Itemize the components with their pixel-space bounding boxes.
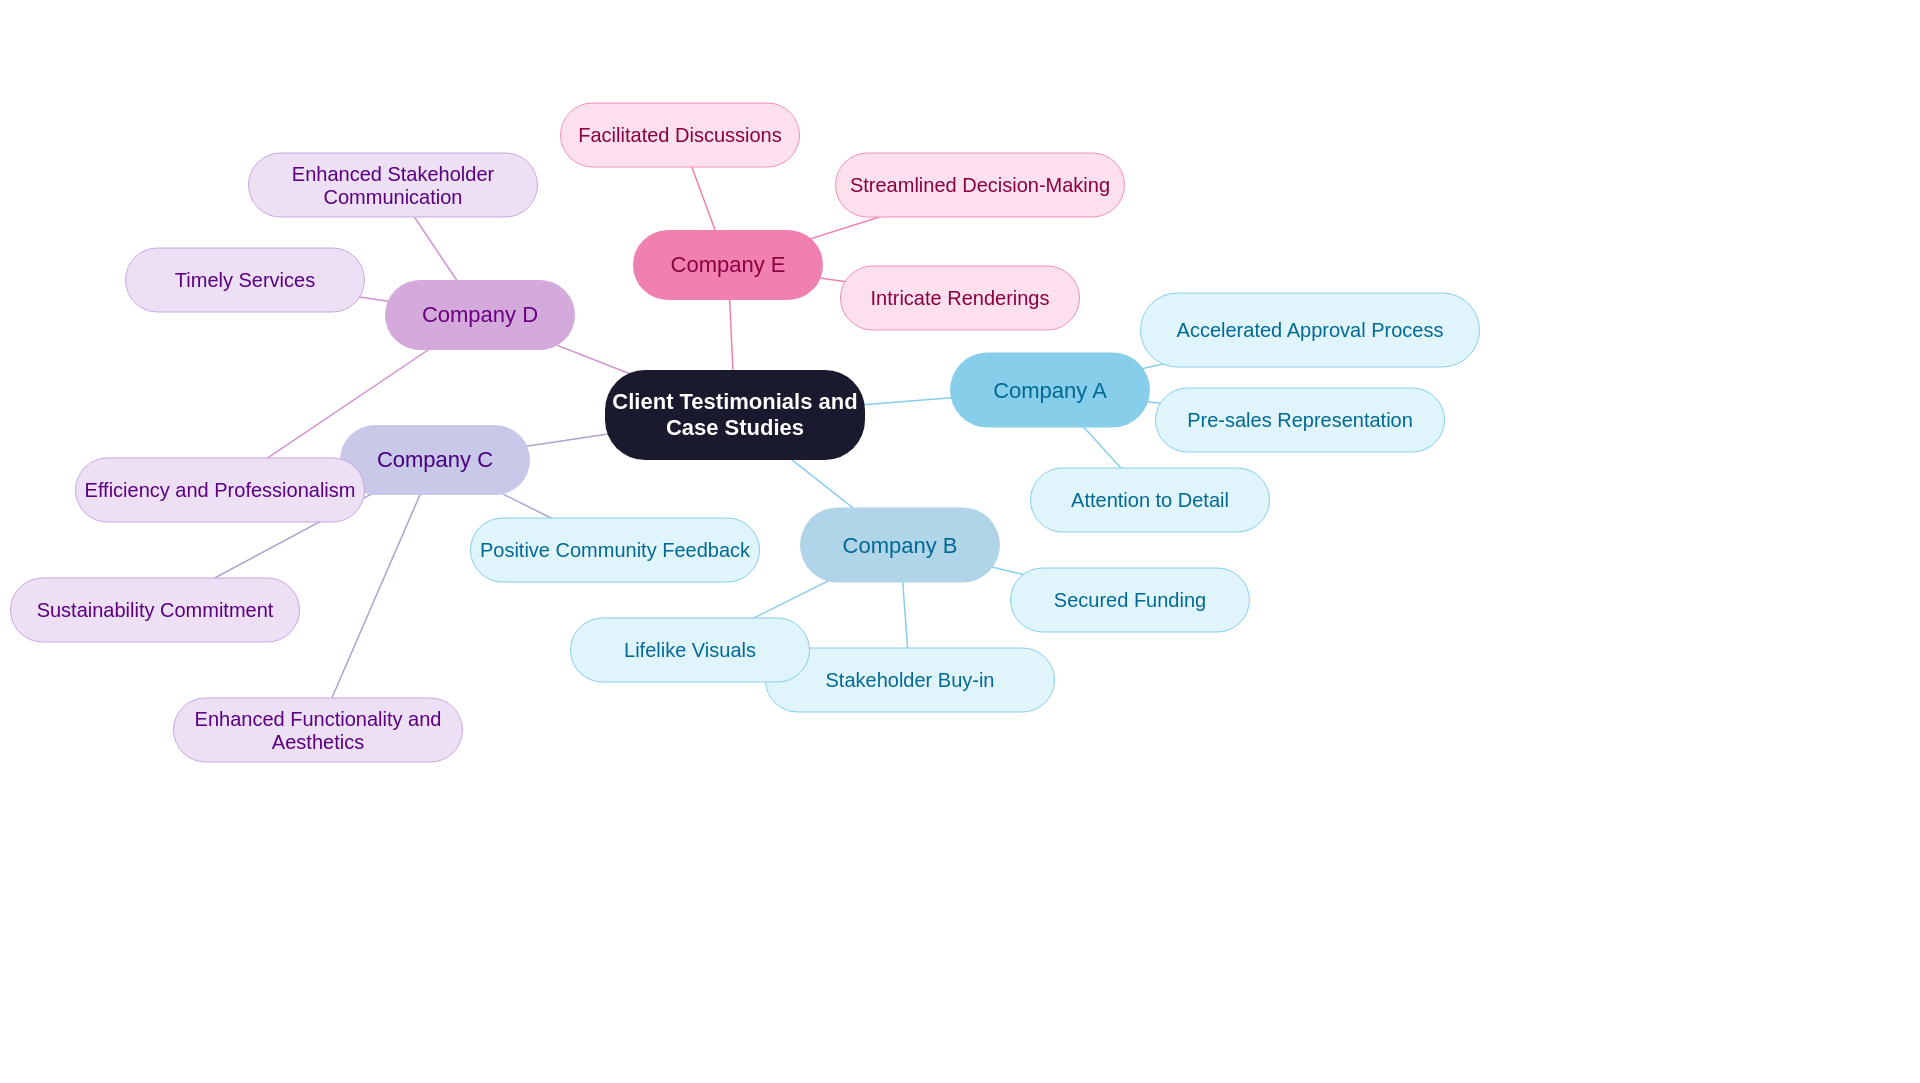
- company-c-node: Company C: [340, 425, 530, 495]
- pre-sales-node: Pre-sales Representation: [1155, 388, 1445, 453]
- streamlined-decision-node: Streamlined Decision-Making: [835, 153, 1125, 218]
- positive-community-node: Positive Community Feedback: [470, 518, 760, 583]
- secured-funding-node: Secured Funding: [1010, 568, 1250, 633]
- center-node: Client Testimonials and Case Studies: [605, 370, 865, 460]
- accelerated-approval-node: Accelerated Approval Process: [1140, 293, 1480, 368]
- facilitated-discussions-node: Facilitated Discussions: [560, 103, 800, 168]
- company-d-node: Company D: [385, 280, 575, 350]
- intricate-renderings-node: Intricate Renderings: [840, 266, 1080, 331]
- efficiency-node: Efficiency and Professionalism: [75, 458, 365, 523]
- attention-detail-node: Attention to Detail: [1030, 468, 1270, 533]
- enhanced-functionality-node: Enhanced Functionality and Aesthetics: [173, 698, 463, 763]
- timely-services-node: Timely Services: [125, 248, 365, 313]
- sustainability-node: Sustainability Commitment: [10, 578, 300, 643]
- company-e-node: Company E: [633, 230, 823, 300]
- lifelike-visuals-node: Lifelike Visuals: [570, 618, 810, 683]
- company-b-node: Company B: [800, 508, 1000, 583]
- enhanced-stakeholder-node: Enhanced Stakeholder Communication: [248, 153, 538, 218]
- company-a-node: Company A: [950, 353, 1150, 428]
